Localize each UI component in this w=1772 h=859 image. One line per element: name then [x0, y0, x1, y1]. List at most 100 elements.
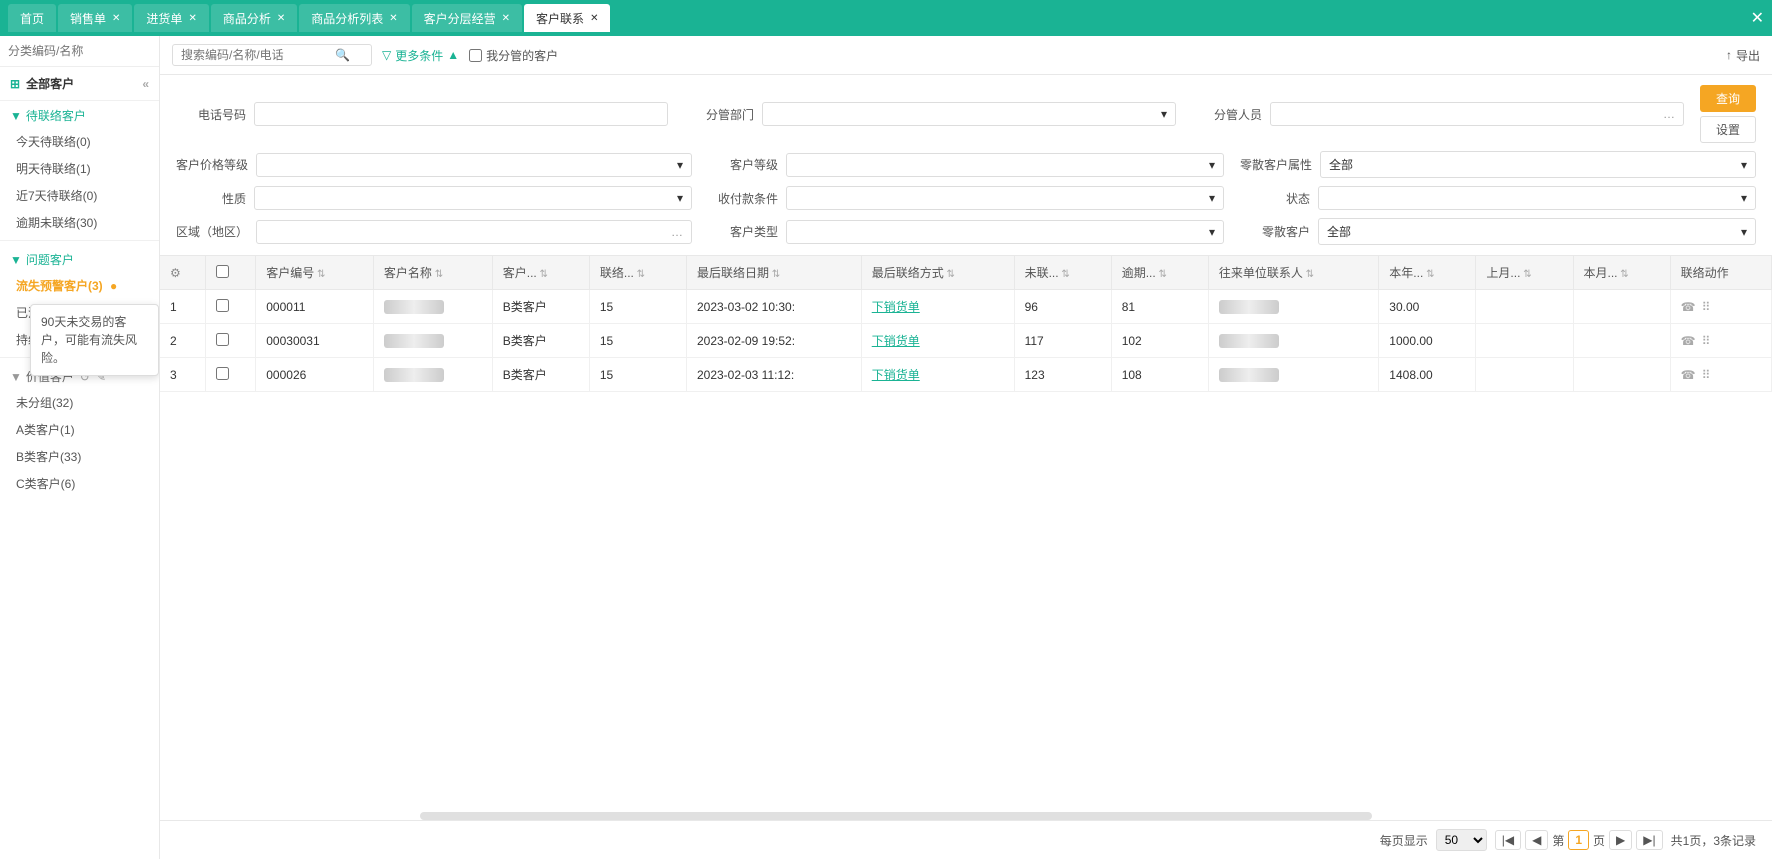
action-contact-icon[interactable]: ☎: [1681, 300, 1696, 314]
horizontal-scrollbar[interactable]: [420, 812, 1372, 820]
sidebar-all-customers[interactable]: ⊞ 全部客户 «: [0, 67, 159, 101]
tab-customer-contact-close[interactable]: ✕: [590, 13, 598, 24]
region-select[interactable]: …: [256, 220, 692, 244]
tab-customer-tier-close[interactable]: ✕: [502, 13, 510, 24]
query-button[interactable]: 查询: [1700, 85, 1756, 112]
sidebar-item-tomorrow[interactable]: 明天待联络(1): [0, 155, 159, 182]
action-more-icon[interactable]: ⠿: [1702, 300, 1711, 314]
zero-attr-select[interactable]: 全部 ▾: [1320, 151, 1756, 178]
per-page-select[interactable]: 50 100 200: [1436, 829, 1487, 851]
tab-analysis-list-close[interactable]: ✕: [389, 13, 397, 24]
price-level-select[interactable]: ▾: [256, 153, 692, 177]
tab-customer-contact[interactable]: 客户联系 ✕: [524, 4, 610, 32]
row-last-method[interactable]: 下销货单: [861, 290, 1014, 324]
next-page-button[interactable]: ▶: [1609, 830, 1632, 850]
region-dots[interactable]: …: [671, 225, 683, 239]
prev-page-button[interactable]: ◀: [1525, 830, 1548, 850]
customer-type-field: 客户类型 ▾: [708, 220, 1224, 244]
export-button[interactable]: ↑ 导出: [1726, 47, 1760, 64]
th-type[interactable]: 客户...: [492, 256, 589, 290]
status-select[interactable]: ▾: [1318, 186, 1756, 210]
sidebar-item-churn-warning[interactable]: 流失预警客户(3) ●: [0, 272, 159, 299]
row-code: 00030031: [256, 324, 374, 358]
select-all-checkbox[interactable]: [216, 265, 229, 278]
row-contacts: [1208, 324, 1378, 358]
th-this-month[interactable]: 本月...: [1573, 256, 1670, 290]
sidebar-search-input[interactable]: [8, 44, 160, 58]
sidebar-collapse-icon[interactable]: «: [142, 77, 149, 91]
row-contact-count: 15: [589, 324, 686, 358]
customer-level-select[interactable]: ▾: [786, 153, 1224, 177]
row-last-date: 2023-02-03 11:12:: [686, 358, 861, 392]
action-more-icon[interactable]: ⠿: [1702, 334, 1711, 348]
row-select-checkbox[interactable]: [216, 367, 229, 380]
person-dots[interactable]: …: [1663, 107, 1675, 121]
sidebar-section-pending[interactable]: ▼ 待联络客户: [0, 101, 159, 128]
th-code[interactable]: 客户编号: [256, 256, 374, 290]
row-last-method[interactable]: 下销货单: [861, 324, 1014, 358]
warning-icon: ●: [110, 279, 117, 293]
th-name[interactable]: 客户名称: [373, 256, 492, 290]
more-conditions-button[interactable]: ▽ 更多条件 ▲: [382, 47, 459, 64]
adv-row-1: 电话号码 分管部门 ▾ 分管人员 … 查询: [176, 85, 1756, 143]
tab-analysis-close[interactable]: ✕: [277, 13, 285, 24]
status-field: 状态 ▾: [1240, 186, 1756, 210]
th-gear[interactable]: ⚙: [160, 256, 206, 290]
row-select-checkbox[interactable]: [216, 333, 229, 346]
action-contact-icon[interactable]: ☎: [1681, 368, 1696, 382]
row-last-month: [1476, 290, 1573, 324]
tab-purchase[interactable]: 进货单 ✕: [134, 4, 208, 32]
sidebar-item-c-class[interactable]: C类客户(6): [0, 470, 159, 497]
chevron-down-icon-4: ▾: [1741, 158, 1747, 172]
tab-home[interactable]: 首页: [8, 4, 56, 32]
tab-customer-tier[interactable]: 客户分层经营 ✕: [412, 4, 522, 32]
row-last-method[interactable]: 下销货单: [861, 358, 1014, 392]
phone-input[interactable]: [254, 102, 668, 126]
customer-type-select[interactable]: ▾: [786, 220, 1224, 244]
tab-analysis-list[interactable]: 商品分析列表 ✕: [299, 4, 409, 32]
gender-select[interactable]: ▾: [254, 186, 692, 210]
first-page-button[interactable]: |◀: [1495, 830, 1521, 850]
sidebar-item-today[interactable]: 今天待联络(0): [0, 128, 159, 155]
th-no-contact[interactable]: 未联...: [1014, 256, 1111, 290]
sidebar-item-b-class[interactable]: B类客户(33): [0, 443, 159, 470]
tab-sales[interactable]: 销售单 ✕: [58, 4, 132, 32]
row-overdue: 102: [1111, 324, 1208, 358]
dept-select[interactable]: ▾: [762, 102, 1176, 126]
tab-analysis[interactable]: 商品分析 ✕: [211, 4, 297, 32]
zero-customer-select[interactable]: 全部 ▾: [1318, 218, 1756, 245]
th-contact-count[interactable]: 联络...: [589, 256, 686, 290]
sidebar-item-a-class[interactable]: A类客户(1): [0, 416, 159, 443]
th-contacts[interactable]: 往来单位联系人: [1208, 256, 1378, 290]
settings-button[interactable]: 设置: [1700, 116, 1756, 143]
section-pending-label: 待联络客户: [26, 107, 86, 124]
th-last-method[interactable]: 最后联络方式: [861, 256, 1014, 290]
triangle-icon: ▼: [10, 109, 22, 123]
th-overdue[interactable]: 逾期...: [1111, 256, 1208, 290]
action-more-icon[interactable]: ⠿: [1702, 368, 1711, 382]
row-select-checkbox[interactable]: [216, 299, 229, 312]
table-row: 3 000026 B类客户 15 2023-02-03 11:12: 下销货单 …: [160, 358, 1772, 392]
my-customers-checkbox-area[interactable]: 我分管的客户: [469, 47, 558, 64]
my-customers-checkbox[interactable]: [469, 49, 482, 62]
adv-row-3: 性质 ▾ 收付款条件 ▾ 状态: [176, 186, 1756, 210]
search-icon[interactable]: 🔍: [335, 48, 350, 62]
person-select[interactable]: …: [1270, 102, 1684, 126]
th-last-date[interactable]: 最后联络日期: [686, 256, 861, 290]
tab-purchase-close[interactable]: ✕: [188, 13, 196, 24]
th-last-month[interactable]: 上月...: [1476, 256, 1573, 290]
sidebar-item-ungrouped[interactable]: 未分组(32): [0, 389, 159, 416]
window-close-button[interactable]: ✕: [1751, 8, 1764, 28]
sidebar-item-7days[interactable]: 近7天待联络(0): [0, 182, 159, 209]
search-input[interactable]: [181, 48, 331, 62]
sidebar-item-overdue[interactable]: 逾期未联络(30): [0, 209, 159, 236]
last-page-button[interactable]: ▶|: [1636, 830, 1662, 850]
action-contact-icon[interactable]: ☎: [1681, 334, 1696, 348]
tab-sales-close[interactable]: ✕: [112, 13, 120, 24]
tab-purchase-label: 进货单: [146, 10, 182, 27]
payment-select[interactable]: ▾: [786, 186, 1224, 210]
tab-sales-label: 销售单: [70, 10, 106, 27]
sidebar-section-problem[interactable]: ▼ 问题客户: [0, 245, 159, 272]
contacts-blurred: [1219, 334, 1279, 348]
th-this-year[interactable]: 本年...: [1379, 256, 1476, 290]
